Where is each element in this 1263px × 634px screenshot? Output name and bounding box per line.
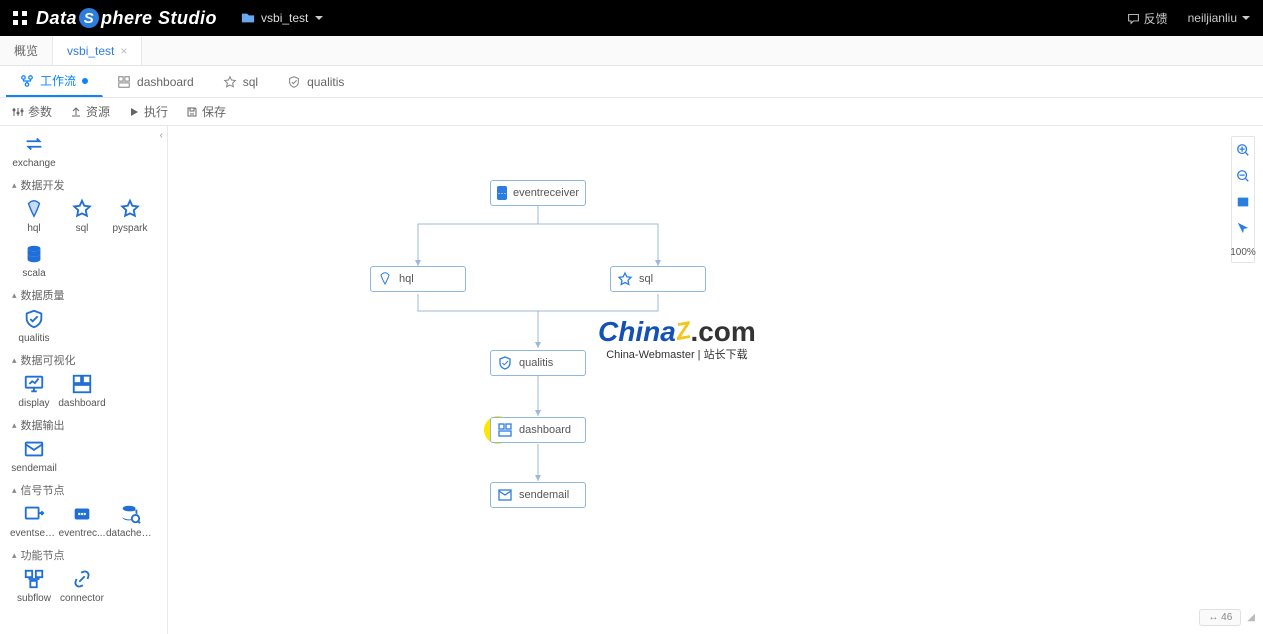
palette-datachecker[interactable]: datachec... xyxy=(108,502,152,539)
canvas-footer: ↔ 46 ◢ xyxy=(1199,609,1255,626)
subflow-icon xyxy=(21,567,47,591)
sub-tabs: 工作流 dashboard sql qualitis xyxy=(0,66,1263,98)
tab-label: 概览 xyxy=(14,42,38,59)
group-function-nodes[interactable]: 功能节点 xyxy=(12,547,159,563)
toolbar: 参数 资源 执行 保存 xyxy=(0,98,1263,126)
resource-button[interactable]: 资源 xyxy=(70,103,110,120)
group-data-quality[interactable]: 数据质量 xyxy=(12,287,159,303)
tab-overview[interactable]: 概览 xyxy=(0,36,53,65)
app-grid-icon[interactable] xyxy=(12,10,28,26)
node-hql[interactable]: hql xyxy=(370,266,466,292)
palette-dashboard[interactable]: dashboard xyxy=(60,372,104,409)
chevron-down-icon xyxy=(1241,13,1251,23)
palette-scala[interactable]: scala xyxy=(12,242,56,279)
group-signal-nodes[interactable]: 信号节点 xyxy=(12,482,159,498)
close-icon[interactable]: × xyxy=(120,44,127,58)
palette-subflow[interactable]: subflow xyxy=(12,567,56,604)
chevron-down-icon xyxy=(314,13,324,23)
shield-icon xyxy=(497,355,513,371)
watermark: ChinaZ.com China-Webmaster | 站长下载 xyxy=(598,316,756,362)
star-icon xyxy=(223,75,237,89)
palette-sql[interactable]: sql xyxy=(60,197,104,234)
subtab-workflow[interactable]: 工作流 xyxy=(6,66,103,97)
flow-canvas[interactable]: ⋯ eventreceiver hql sql qualitis dashboa… xyxy=(168,126,1263,634)
palette-sendemail[interactable]: sendemail xyxy=(12,437,56,474)
zoom-percent: 100% xyxy=(1230,247,1256,258)
project-dropdown[interactable]: vsbi_test xyxy=(241,11,324,25)
zoom-panel: 100% xyxy=(1231,136,1255,263)
palette-pyspark[interactable]: pyspark xyxy=(108,197,152,234)
feedback-button[interactable]: 反馈 xyxy=(1127,10,1168,27)
dashboard-icon xyxy=(117,75,131,89)
tab-label: vsbi_test xyxy=(67,44,114,58)
display-icon xyxy=(21,372,47,396)
unsaved-dot xyxy=(82,78,88,84)
flow-connectors xyxy=(168,126,1263,634)
star-icon xyxy=(617,271,633,287)
palette-exchange[interactable]: exchange xyxy=(12,132,56,169)
collapse-sidebar-icon[interactable]: ‹ xyxy=(160,130,163,141)
group-data-dev[interactable]: 数据开发 xyxy=(12,177,159,193)
palette-connector[interactable]: connector xyxy=(60,567,104,604)
flow-icon xyxy=(20,74,34,88)
event-recv-icon xyxy=(69,502,95,526)
save-button[interactable]: 保存 xyxy=(186,103,226,120)
star-icon xyxy=(69,197,95,221)
palette-hql[interactable]: hql xyxy=(12,197,56,234)
star-icon xyxy=(117,197,143,221)
node-count-pill[interactable]: ↔ 46 xyxy=(1199,609,1241,626)
db-icon xyxy=(21,242,47,266)
db-check-icon xyxy=(117,502,143,526)
hive-icon xyxy=(21,197,47,221)
palette-eventsender[interactable]: eventsen... xyxy=(12,502,56,539)
event-send-icon xyxy=(21,502,47,526)
group-data-output[interactable]: 数据输出 xyxy=(12,417,159,433)
user-menu[interactable]: neiljianliu xyxy=(1188,11,1251,25)
tab-vsbi-test[interactable]: vsbi_test × xyxy=(53,36,142,65)
subtab-dashboard[interactable]: dashboard xyxy=(103,66,209,97)
project-name: vsbi_test xyxy=(261,11,308,25)
group-data-viz[interactable]: 数据可视化 xyxy=(12,352,159,368)
node-dashboard[interactable]: dashboard xyxy=(490,417,586,443)
palette-qualitis[interactable]: qualitis xyxy=(12,307,56,344)
node-sendemail[interactable]: sendemail xyxy=(490,482,586,508)
exchange-icon xyxy=(21,132,47,156)
mail-icon xyxy=(497,487,513,503)
event-recv-icon: ⋯ xyxy=(497,186,507,200)
node-palette: ‹ exchange 数据开发 hql sql pyspark scala 数据… xyxy=(0,126,168,634)
fit-button[interactable] xyxy=(1234,193,1252,211)
mail-icon xyxy=(21,437,47,461)
params-button[interactable]: 参数 xyxy=(12,103,52,120)
node-sql[interactable]: sql xyxy=(610,266,706,292)
subtab-qualitis[interactable]: qualitis xyxy=(273,66,359,97)
dashboard-icon xyxy=(69,372,95,396)
subtab-sql[interactable]: sql xyxy=(209,66,273,97)
connector-icon xyxy=(69,567,95,591)
run-button[interactable]: 执行 xyxy=(128,103,168,120)
palette-display[interactable]: display xyxy=(12,372,56,409)
expand-footer-icon[interactable]: ◢ xyxy=(1247,612,1255,623)
shield-icon xyxy=(21,307,47,331)
hive-icon xyxy=(377,271,393,287)
brand-sphere-icon: S xyxy=(79,8,99,28)
palette-eventreceiver[interactable]: eventrec... xyxy=(60,502,104,539)
shield-icon xyxy=(287,75,301,89)
zoom-in-button[interactable] xyxy=(1234,141,1252,159)
node-qualitis[interactable]: qualitis xyxy=(490,350,586,376)
top-bar: DataSphere Studio vsbi_test 反馈 neiljianl… xyxy=(0,0,1263,36)
file-tabs: 概览 vsbi_test × xyxy=(0,36,1263,66)
dashboard-icon xyxy=(497,422,513,438)
node-eventreceiver[interactable]: ⋯ eventreceiver xyxy=(490,180,586,206)
brand-logo: DataSphere Studio xyxy=(36,8,217,29)
locate-button[interactable] xyxy=(1234,219,1252,237)
main-area: ‹ exchange 数据开发 hql sql pyspark scala 数据… xyxy=(0,126,1263,634)
zoom-out-button[interactable] xyxy=(1234,167,1252,185)
